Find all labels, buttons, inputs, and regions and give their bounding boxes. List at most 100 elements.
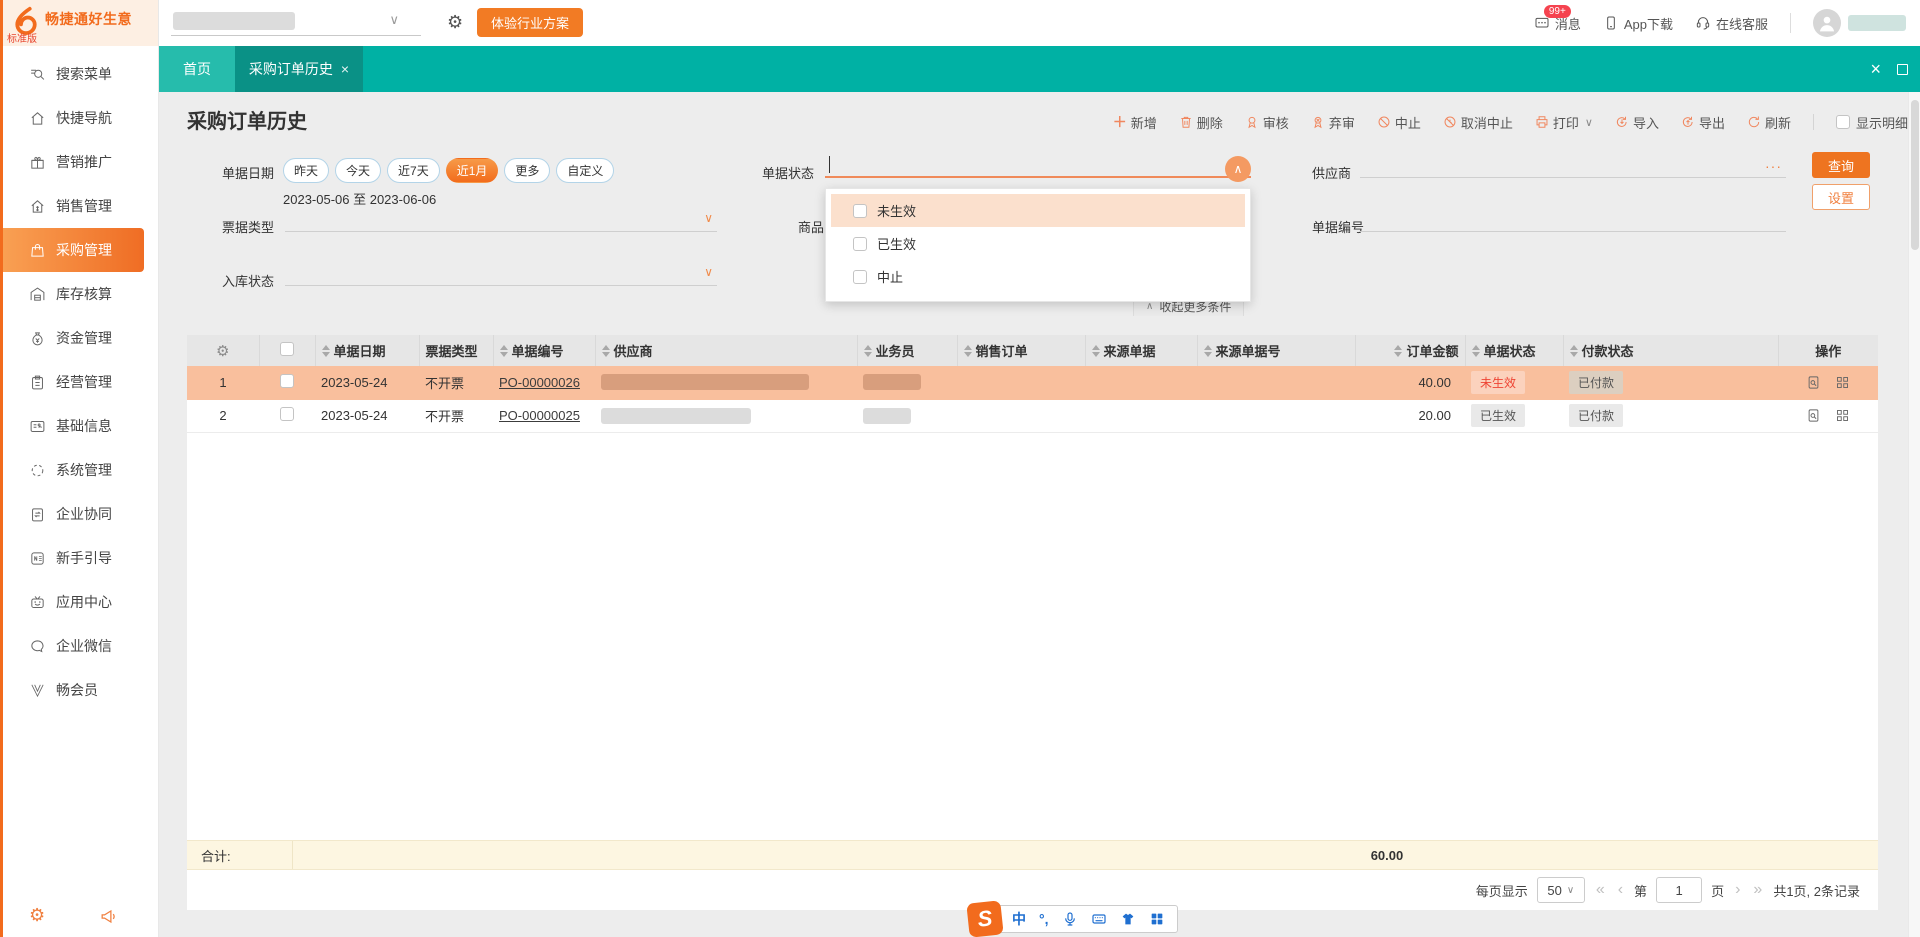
unaudit-button[interactable]: 弃审 — [1311, 113, 1355, 132]
more-actions-grid-icon[interactable] — [1835, 375, 1850, 390]
dropdown-collapse-icon[interactable]: ∧ — [1225, 156, 1251, 182]
pill-today[interactable]: 今天 — [335, 158, 382, 183]
sort-icon[interactable] — [963, 344, 972, 357]
col-payment[interactable]: 付款状态 — [1569, 341, 1772, 360]
sort-icon[interactable] — [1471, 344, 1480, 357]
sidebar-item-quick-nav[interactable]: 快捷导航 — [3, 96, 158, 140]
topbar-gear-icon[interactable]: ⚙ — [447, 12, 463, 33]
user-menu[interactable] — [1813, 9, 1906, 37]
col-supplier[interactable]: 供应商 — [601, 341, 851, 360]
sidebar-item-collaboration[interactable]: 企业协同 — [3, 492, 158, 536]
sidebar-item-marketing[interactable]: 营销推广 — [3, 140, 158, 184]
col-sales-order[interactable]: 销售订单 — [963, 341, 1079, 360]
query-button[interactable]: 查询 — [1812, 152, 1870, 178]
last-page-button[interactable]: » — [1751, 881, 1764, 899]
doc-status-input[interactable] — [825, 152, 1251, 178]
delete-button[interactable]: 删除 — [1179, 113, 1223, 132]
sidebar-item-sales[interactable]: 销售管理 — [3, 184, 158, 228]
vertical-scrollbar[interactable] — [1908, 92, 1920, 937]
ime-logo-icon[interactable]: S — [966, 900, 1004, 937]
pill-custom[interactable]: 自定义 — [556, 158, 615, 183]
import-button[interactable]: 导入 — [1615, 113, 1659, 132]
settings-button[interactable]: 设置 — [1812, 184, 1870, 210]
sidebar-item-member[interactable]: 畅会员 — [3, 668, 158, 712]
online-service-link[interactable]: 在线客服 — [1695, 14, 1768, 33]
supplier-input[interactable]: ··· — [1360, 152, 1786, 178]
tab-close-icon[interactable]: × — [341, 61, 349, 77]
skin-shirt-icon[interactable] — [1120, 911, 1136, 927]
col-source-no[interactable]: 来源单据号 — [1203, 341, 1349, 360]
first-page-button[interactable]: « — [1594, 881, 1607, 899]
col-source[interactable]: 来源单据 — [1091, 341, 1191, 360]
sort-icon[interactable] — [1569, 344, 1578, 357]
status-option-aborted[interactable]: 中止 — [831, 260, 1245, 293]
view-doc-icon[interactable] — [1806, 375, 1821, 390]
sidebar-item-basic-info[interactable]: 基础信息 — [3, 404, 158, 448]
doc-no-link[interactable]: PO-00000025 — [499, 408, 580, 423]
col-date[interactable]: 单据日期 — [321, 341, 413, 360]
announcement-horn-icon[interactable] — [99, 907, 118, 926]
table-row[interactable]: 1 2023-05-24 不开票 PO-00000026 40.00 未生效 已… — [187, 366, 1878, 400]
inbound-status-select[interactable]: ∨ — [285, 260, 717, 286]
add-button[interactable]: ＋ 新增 — [1113, 112, 1157, 132]
col-doc-no[interactable]: 单据编号 — [499, 341, 589, 360]
sort-icon[interactable] — [1394, 344, 1403, 357]
bill-type-select[interactable]: ∨ — [285, 206, 717, 232]
show-detail-toggle[interactable]: 显示明细 — [1835, 113, 1908, 132]
supplier-picker-dots[interactable]: ··· — [1765, 158, 1782, 174]
pill-last7days[interactable]: 近7天 — [387, 158, 440, 183]
option-checkbox[interactable] — [853, 203, 867, 218]
app-download-link[interactable]: App下载 — [1603, 14, 1673, 33]
show-detail-checkbox[interactable] — [1835, 115, 1850, 129]
sidebar-item-inventory[interactable]: 库存核算 — [3, 272, 158, 316]
tab-purchase-order-history[interactable]: 采购订单历史 × — [235, 46, 363, 92]
option-checkbox[interactable] — [853, 236, 867, 251]
status-option-not-effective[interactable]: 未生效 — [831, 194, 1245, 227]
abort-button[interactable]: 中止 — [1377, 113, 1421, 132]
table-row[interactable]: 2 2023-05-24 不开票 PO-00000025 20.00 已生效 已… — [187, 399, 1878, 433]
experience-solution-button[interactable]: 体验行业方案 — [477, 8, 584, 37]
settings-gear-icon[interactable]: ⚙ — [29, 905, 45, 926]
sort-icon[interactable] — [863, 344, 872, 357]
page-number-input[interactable]: 1 — [1656, 877, 1703, 903]
pill-last-month[interactable]: 近1月 — [445, 158, 499, 183]
col-status[interactable]: 单据状态 — [1471, 341, 1557, 360]
next-page-button[interactable]: › — [1733, 881, 1742, 899]
ime-menu-grid-icon[interactable] — [1149, 911, 1165, 927]
scrollbar-thumb[interactable] — [1911, 100, 1919, 250]
keyboard-icon[interactable] — [1091, 911, 1107, 927]
company-selector[interactable]: ∨ — [171, 10, 421, 36]
row-checkbox[interactable] — [280, 407, 294, 421]
option-checkbox[interactable] — [853, 269, 867, 284]
sidebar-item-purchase[interactable]: 采购管理 — [3, 228, 144, 272]
column-settings-gear-icon[interactable]: ⚙ — [216, 343, 229, 360]
sidebar-item-funds[interactable]: 资金管理 — [3, 316, 158, 360]
pill-more[interactable]: 更多 — [504, 158, 551, 183]
col-salesman[interactable]: 业务员 — [863, 341, 951, 360]
print-button[interactable]: 打印 ∨ — [1535, 113, 1593, 132]
sidebar-item-app-center[interactable]: 应用中心 — [3, 580, 158, 624]
prev-page-button[interactable]: ‹ — [1616, 881, 1625, 899]
per-page-select[interactable]: 50 ∨ — [1536, 877, 1585, 903]
sidebar-item-newbie-guide[interactable]: 新手引导 — [3, 536, 158, 580]
sort-icon[interactable] — [601, 344, 610, 357]
doc-no-link[interactable]: PO-00000026 — [499, 375, 580, 390]
sort-icon[interactable] — [1091, 344, 1100, 357]
col-amount[interactable]: 订单金额 — [1362, 341, 1459, 360]
fullscreen-icon[interactable] — [1897, 63, 1908, 75]
microphone-icon[interactable] — [1062, 911, 1078, 927]
export-button[interactable]: 导出 — [1681, 113, 1725, 132]
sidebar-item-wecom[interactable]: 企业微信 — [3, 624, 158, 668]
more-actions-grid-icon[interactable] — [1835, 408, 1850, 423]
cancel-abort-button[interactable]: 取消中止 — [1443, 113, 1513, 132]
select-all-checkbox[interactable] — [280, 342, 294, 356]
close-all-icon[interactable]: × — [1870, 59, 1881, 80]
doc-no-input[interactable] — [1360, 206, 1786, 232]
status-option-effective[interactable]: 已生效 — [831, 227, 1245, 260]
sidebar-item-operations[interactable]: 经营管理 — [3, 360, 158, 404]
pill-yesterday[interactable]: 昨天 — [283, 158, 330, 183]
ime-language-toggle[interactable]: 中 — [1012, 909, 1026, 929]
sidebar-item-system[interactable]: 系统管理 — [3, 448, 158, 492]
tab-home[interactable]: 首页 — [159, 46, 235, 92]
sort-icon[interactable] — [1203, 344, 1212, 357]
